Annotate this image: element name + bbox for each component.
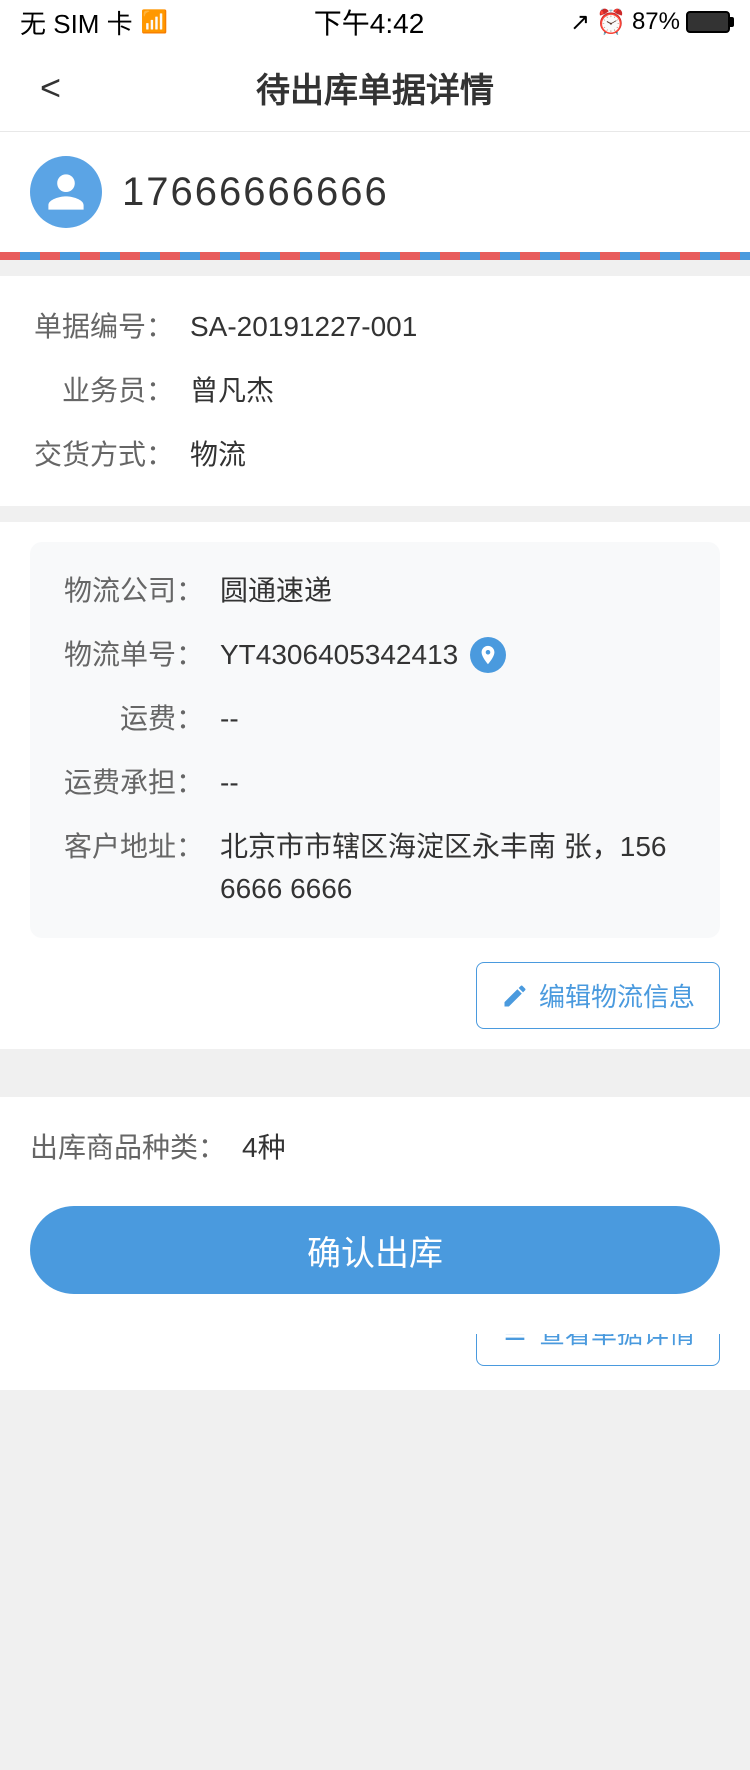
company-row: 物流公司： 圆通速递 — [60, 570, 690, 612]
nav-bar: < 待出库单据详情 — [0, 44, 750, 132]
order-no-row: 单据编号： SA-20191227-001 — [30, 306, 720, 348]
tracking-value: YT4306405342413 — [220, 634, 690, 676]
freight-label: 运费： — [60, 698, 220, 740]
status-time: 下午4:42 — [314, 2, 425, 42]
user-icon — [44, 170, 88, 214]
order-no-value: SA-20191227-001 — [190, 306, 720, 348]
status-bar: 无 SIM 卡 📶 下午4:42 ↗ ⏰ 87% — [0, 0, 750, 44]
alarm-icon: ⏰ — [596, 8, 626, 37]
wifi-icon: 📶 — [141, 9, 168, 35]
status-right: ↗ ⏰ 87% — [570, 8, 730, 37]
freight-bearer-row: 运费承担： -- — [60, 762, 690, 804]
freight-value: -- — [220, 698, 690, 740]
bottom-bar: 确认出库 — [0, 1186, 750, 1334]
address-value: 北京市市辖区海淀区永丰南 张，156 6666 6666 — [220, 826, 690, 910]
logistics-card: 物流公司： 圆通速递 物流单号： YT4306405342413 运费： -- — [30, 542, 720, 938]
back-button[interactable]: < — [30, 57, 71, 119]
edit-logistics-row: 编辑物流信息 — [30, 938, 720, 1049]
delivery-label: 交货方式： — [30, 434, 190, 476]
page-title: 待出库单据详情 — [256, 63, 494, 112]
company-label: 物流公司： — [60, 570, 220, 612]
order-info-section: 单据编号： SA-20191227-001 业务员： 曾凡杰 交货方式： 物流 — [0, 276, 750, 506]
delivery-row: 交货方式： 物流 — [30, 434, 720, 476]
company-value: 圆通速递 — [220, 570, 690, 612]
map-pin-icon — [477, 644, 499, 666]
salesman-row: 业务员： 曾凡杰 — [30, 370, 720, 412]
goods-types-label: 出库商品种类： — [30, 1127, 242, 1169]
goods-types-value: 4种 — [242, 1127, 720, 1169]
avatar — [30, 156, 102, 228]
edit-logistics-button[interactable]: 编辑物流信息 — [476, 962, 720, 1029]
freight-row: 运费： -- — [60, 698, 690, 740]
tracking-row: 物流单号： YT4306405342413 — [60, 634, 690, 676]
battery-icon — [686, 11, 730, 33]
salesman-label: 业务员： — [30, 370, 190, 412]
salesman-value: 曾凡杰 — [190, 370, 720, 412]
section-separator — [0, 1065, 750, 1081]
empty-area — [0, 1390, 750, 1590]
battery-percent: 87% — [632, 8, 680, 36]
freight-bearer-label: 运费承担： — [60, 762, 220, 804]
order-no-label: 单据编号： — [30, 306, 190, 348]
address-label: 客户地址： — [60, 826, 220, 868]
delivery-value: 物流 — [190, 434, 720, 476]
freight-bearer-value: -- — [220, 762, 690, 804]
user-header: 17666666666 — [0, 132, 750, 252]
confirm-button[interactable]: 确认出库 — [30, 1206, 720, 1294]
user-phone: 17666666666 — [122, 170, 389, 215]
logistics-section: 物流公司： 圆通速递 物流单号： YT4306405342413 运费： -- — [0, 522, 750, 1049]
edit-icon — [501, 982, 529, 1010]
dashed-divider — [0, 252, 750, 260]
location-status-icon: ↗ — [570, 8, 590, 37]
tracking-label: 物流单号： — [60, 634, 220, 676]
status-carrier: 无 SIM 卡 📶 — [20, 4, 168, 41]
track-location-button[interactable] — [470, 637, 506, 673]
address-row: 客户地址： 北京市市辖区海淀区永丰南 张，156 6666 6666 — [60, 826, 690, 910]
goods-types-row: 出库商品种类： 4种 — [30, 1127, 720, 1169]
